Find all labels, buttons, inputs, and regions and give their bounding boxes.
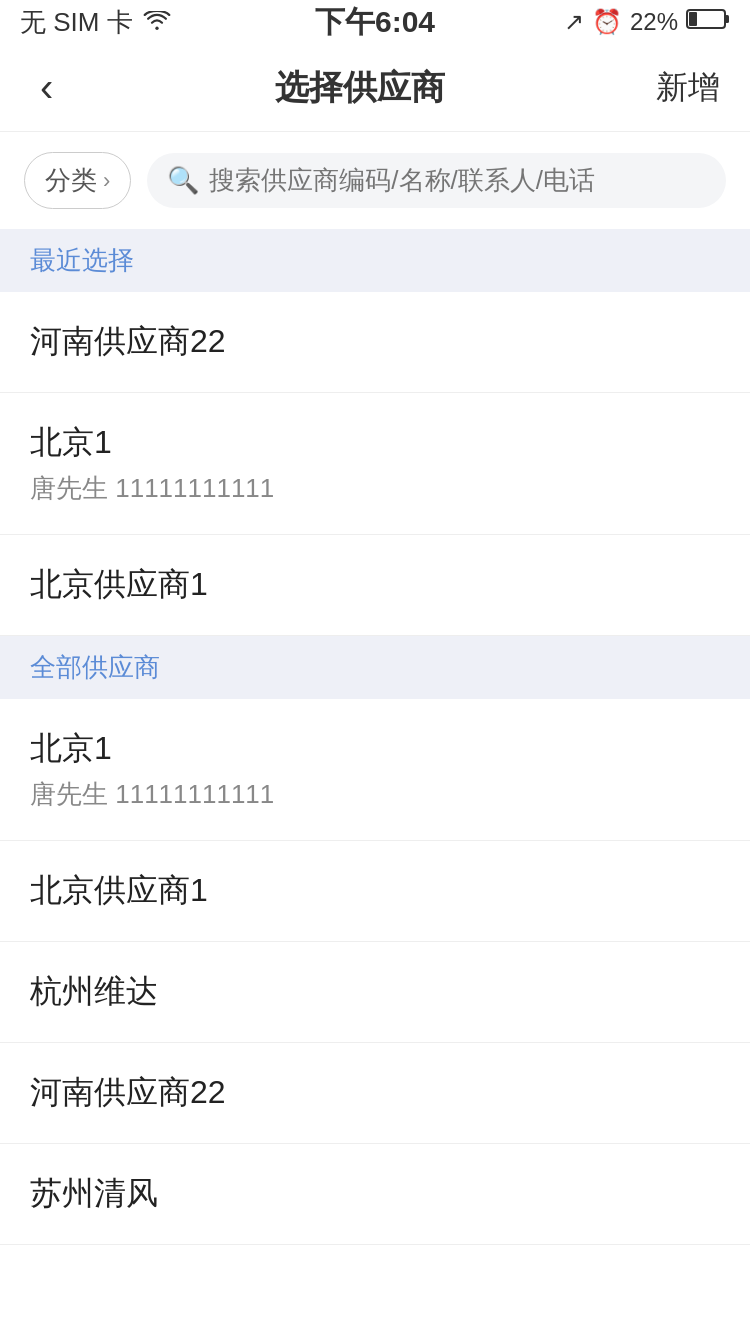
item-name: 北京供应商1 [30, 869, 720, 913]
chevron-right-icon: › [103, 168, 110, 194]
item-name: 河南供应商22 [30, 1071, 720, 1115]
status-bar: 无 SIM 卡 下午6:04 ↗ ⏰ 22% [0, 0, 750, 44]
location-icon: ↗ [564, 8, 584, 36]
alarm-icon: ⏰ [592, 8, 622, 36]
category-label: 分类 [45, 163, 97, 198]
list-item[interactable]: 河南供应商22 [0, 292, 750, 393]
carrier-label: 无 SIM 卡 [20, 5, 133, 40]
nav-bar: ‹ 选择供应商 新增 [0, 44, 750, 132]
item-name: 北京供应商1 [30, 563, 720, 607]
wifi-icon [143, 7, 171, 38]
list-item[interactable]: 北京1 唐先生 11111111111 [0, 699, 750, 841]
svg-rect-1 [725, 15, 729, 23]
list-item[interactable]: 河南供应商22 [0, 1043, 750, 1144]
list-item[interactable]: 杭州维达 [0, 942, 750, 1043]
search-icon: 🔍 [167, 165, 199, 196]
all-list: 北京1 唐先生 11111111111 北京供应商1 杭州维达河南供应商22 苏州清风 [0, 699, 750, 1245]
battery-label: 22% [630, 8, 678, 36]
svg-rect-2 [689, 12, 697, 26]
search-input[interactable] [209, 165, 706, 196]
add-button[interactable]: 新增 [656, 66, 720, 110]
search-box: 🔍 [147, 153, 726, 208]
category-filter-button[interactable]: 分类 › [24, 152, 131, 209]
item-name: 杭州维达 [30, 970, 720, 1014]
filter-bar: 分类 › 🔍 [0, 132, 750, 229]
status-right: ↗ ⏰ 22% [564, 8, 730, 36]
back-button[interactable]: ‹ [30, 55, 63, 120]
all-section-header: 全部供应商 [0, 636, 750, 699]
page-title: 选择供应商 [275, 65, 445, 111]
item-sub: 唐先生 11111111111 [30, 471, 720, 506]
item-name: 北京1 [30, 421, 720, 465]
recent-section-header: 最近选择 [0, 229, 750, 292]
list-item[interactable]: 北京供应商1 [0, 535, 750, 636]
battery-icon [686, 8, 730, 36]
item-name: 北京1 [30, 727, 720, 771]
status-left: 无 SIM 卡 [20, 5, 171, 40]
item-name: 河南供应商22 [30, 320, 720, 364]
list-item[interactable]: 苏州清风 [0, 1144, 750, 1245]
status-time: 下午6:04 [315, 2, 435, 43]
list-item[interactable]: 北京供应商1 [0, 841, 750, 942]
item-name: 苏州清风 [30, 1172, 720, 1216]
item-sub: 唐先生 11111111111 [30, 777, 720, 812]
list-item[interactable]: 北京1 唐先生 11111111111 [0, 393, 750, 535]
recent-list: 河南供应商22 北京1 唐先生 11111111111 北京供应商1 [0, 292, 750, 636]
